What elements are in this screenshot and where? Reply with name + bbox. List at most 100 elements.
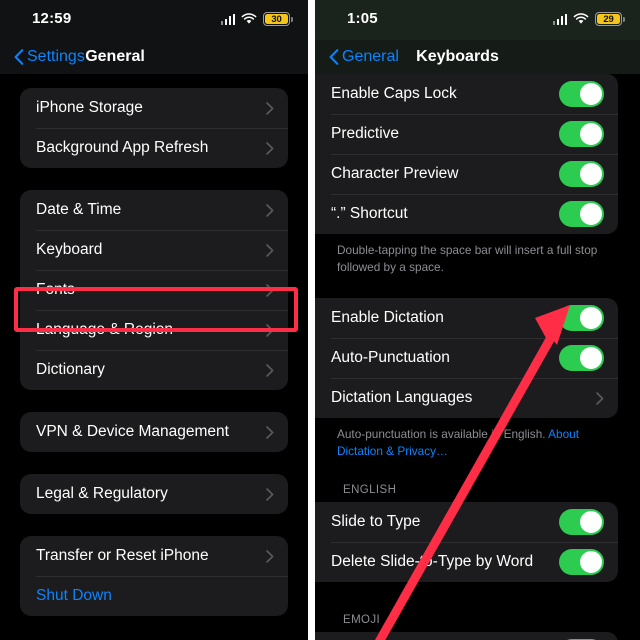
row-keyboard[interactable]: Keyboard [20, 230, 288, 270]
battery-percent: 30 [271, 13, 282, 25]
row-delete-slide-to-type-by-word[interactable]: Delete Slide-to-Type by Word [315, 542, 618, 582]
wifi-icon [573, 13, 589, 24]
settings-group-reset: Transfer or Reset iPhone Shut Down [20, 536, 288, 616]
row-label: Enable Dictation [331, 309, 444, 327]
left-settings-list[interactable]: iPhone Storage Background App Refresh Da… [0, 74, 308, 640]
row-predictive[interactable]: Predictive [315, 114, 618, 154]
row-memoji-stickers[interactable]: Memoji Stickers [315, 632, 618, 640]
signal-bars-icon [220, 13, 235, 25]
chevron-right-icon [266, 141, 274, 155]
toggle-predictive[interactable] [559, 121, 604, 147]
keyboards-group-dictation: Enable Dictation Auto-Punctuation Dictat… [315, 298, 618, 419]
row-slide-to-type[interactable]: Slide to Type [315, 502, 618, 542]
toggle-enable-caps-lock[interactable] [559, 81, 604, 107]
settings-group-storage: iPhone Storage Background App Refresh [20, 88, 288, 168]
keyboards-group-emoji: Memoji Stickers [315, 632, 618, 640]
status-time: 1:05 [347, 10, 378, 27]
settings-group-legal: Legal & Regulatory [20, 474, 288, 514]
section-header-emoji: EMOJI [343, 614, 381, 627]
keyboards-group-typing: Enable Caps Lock Predictive Character Pr… [315, 74, 618, 234]
row-transfer-or-reset-iphone[interactable]: Transfer or Reset iPhone [20, 536, 288, 576]
back-button-general[interactable]: General [329, 48, 399, 66]
row-date-and-time[interactable]: Date & Time [20, 190, 288, 230]
toggle-character-preview[interactable] [559, 161, 604, 187]
row-background-app-refresh[interactable]: Background App Refresh [20, 128, 288, 168]
chevron-left-icon [329, 49, 339, 65]
toggle-delete-slide-to-type-by-word[interactable] [559, 549, 604, 576]
chevron-right-icon [266, 549, 274, 563]
row-label: Background App Refresh [36, 139, 209, 156]
chevron-right-icon [596, 391, 604, 405]
left-phone-screen: 12:59 30 Settings General iPhone Storage… [0, 0, 308, 640]
row-fonts[interactable]: Fonts [20, 270, 288, 310]
battery-percent: 29 [603, 13, 614, 25]
row-label: Predictive [331, 125, 400, 142]
back-button-label: Settings [27, 48, 85, 65]
settings-group-keyboard: Date & Time Keyboard Fonts Language & Re… [20, 190, 288, 390]
row-label: VPN & Device Management [36, 423, 229, 440]
chevron-right-icon [266, 425, 274, 439]
back-button-settings[interactable]: Settings [14, 48, 85, 66]
row-label: Slide to Type [331, 513, 421, 531]
right-phone-screen: 1:05 29 General Keyboards Enable Caps Lo… [315, 0, 640, 640]
row-label: Dictation Languages [331, 389, 473, 407]
chevron-left-icon [14, 49, 24, 65]
row-label: Character Preview [331, 165, 459, 182]
chevron-right-icon [266, 101, 274, 115]
status-time: 12:59 [32, 10, 72, 27]
row-character-preview[interactable]: Character Preview [315, 154, 618, 194]
row-label: Date & Time [36, 201, 122, 218]
chevron-right-icon [266, 487, 274, 501]
row-dictation-languages[interactable]: Dictation Languages [315, 378, 618, 418]
row-vpn-device-management[interactable]: VPN & Device Management [20, 412, 288, 452]
toggle-period-shortcut[interactable] [559, 201, 604, 227]
chevron-right-icon [266, 363, 274, 377]
dictation-footer-text: Auto-punctuation is available in English… [337, 427, 549, 442]
row-label: Fonts [36, 281, 75, 298]
row-label: Dictionary [36, 361, 105, 378]
dictation-footer-note: Auto-punctuation is available in English… [315, 418, 640, 460]
right-nav-bar: General Keyboards [315, 40, 640, 74]
back-button-label: General [342, 48, 399, 65]
keyboards-group-english: Slide to Type Delete Slide-to-Type by Wo… [315, 502, 618, 583]
left-status-bar: 12:59 30 [0, 0, 308, 40]
typing-footer-note: Double-tapping the space bar will insert… [337, 243, 598, 275]
row-auto-punctuation[interactable]: Auto-Punctuation [315, 338, 618, 378]
right-settings-list[interactable]: Enable Caps Lock Predictive Character Pr… [315, 74, 640, 640]
chevron-right-icon [266, 203, 274, 217]
screenshot-root: 12:59 30 Settings General iPhone Storage… [0, 0, 640, 640]
row-label: Keyboard [36, 241, 103, 258]
row-enable-caps-lock[interactable]: Enable Caps Lock [315, 74, 618, 114]
battery-low-power-icon: 29 [595, 12, 625, 26]
row-label: Transfer or Reset iPhone [36, 547, 209, 564]
chevron-right-icon [266, 243, 274, 257]
row-language-and-region[interactable]: Language & Region [20, 310, 288, 350]
status-indicators: 29 [552, 12, 625, 26]
row-label: Enable Caps Lock [331, 85, 457, 102]
row-legal-regulatory[interactable]: Legal & Regulatory [20, 474, 288, 514]
toggle-auto-punctuation[interactable] [559, 345, 604, 372]
row-label: Delete Slide-to-Type by Word [331, 553, 534, 571]
row-period-shortcut[interactable]: “.” Shortcut [315, 194, 618, 234]
row-enable-dictation[interactable]: Enable Dictation [315, 298, 618, 338]
row-label: Auto-Punctuation [331, 349, 450, 367]
chevron-right-icon [266, 283, 274, 297]
settings-group-vpn: VPN & Device Management [20, 412, 288, 452]
row-label: iPhone Storage [36, 99, 143, 116]
status-indicators: 30 [220, 12, 293, 26]
row-iphone-storage[interactable]: iPhone Storage [20, 88, 288, 128]
row-label: Legal & Regulatory [36, 485, 168, 502]
section-header-english: ENGLISH [343, 484, 397, 497]
row-label: “.” Shortcut [331, 205, 408, 222]
left-nav-bar: Settings General [0, 40, 308, 74]
row-label: Language & Region [36, 321, 174, 338]
signal-bars-icon [552, 13, 567, 25]
right-status-bar: 1:05 29 [315, 0, 640, 40]
toggle-slide-to-type[interactable] [559, 509, 604, 536]
wifi-icon [241, 13, 257, 24]
battery-low-power-icon: 30 [263, 12, 293, 26]
toggle-enable-dictation[interactable] [559, 305, 604, 332]
row-label: Shut Down [36, 587, 112, 604]
row-dictionary[interactable]: Dictionary [20, 350, 288, 390]
row-shut-down[interactable]: Shut Down [20, 576, 288, 616]
